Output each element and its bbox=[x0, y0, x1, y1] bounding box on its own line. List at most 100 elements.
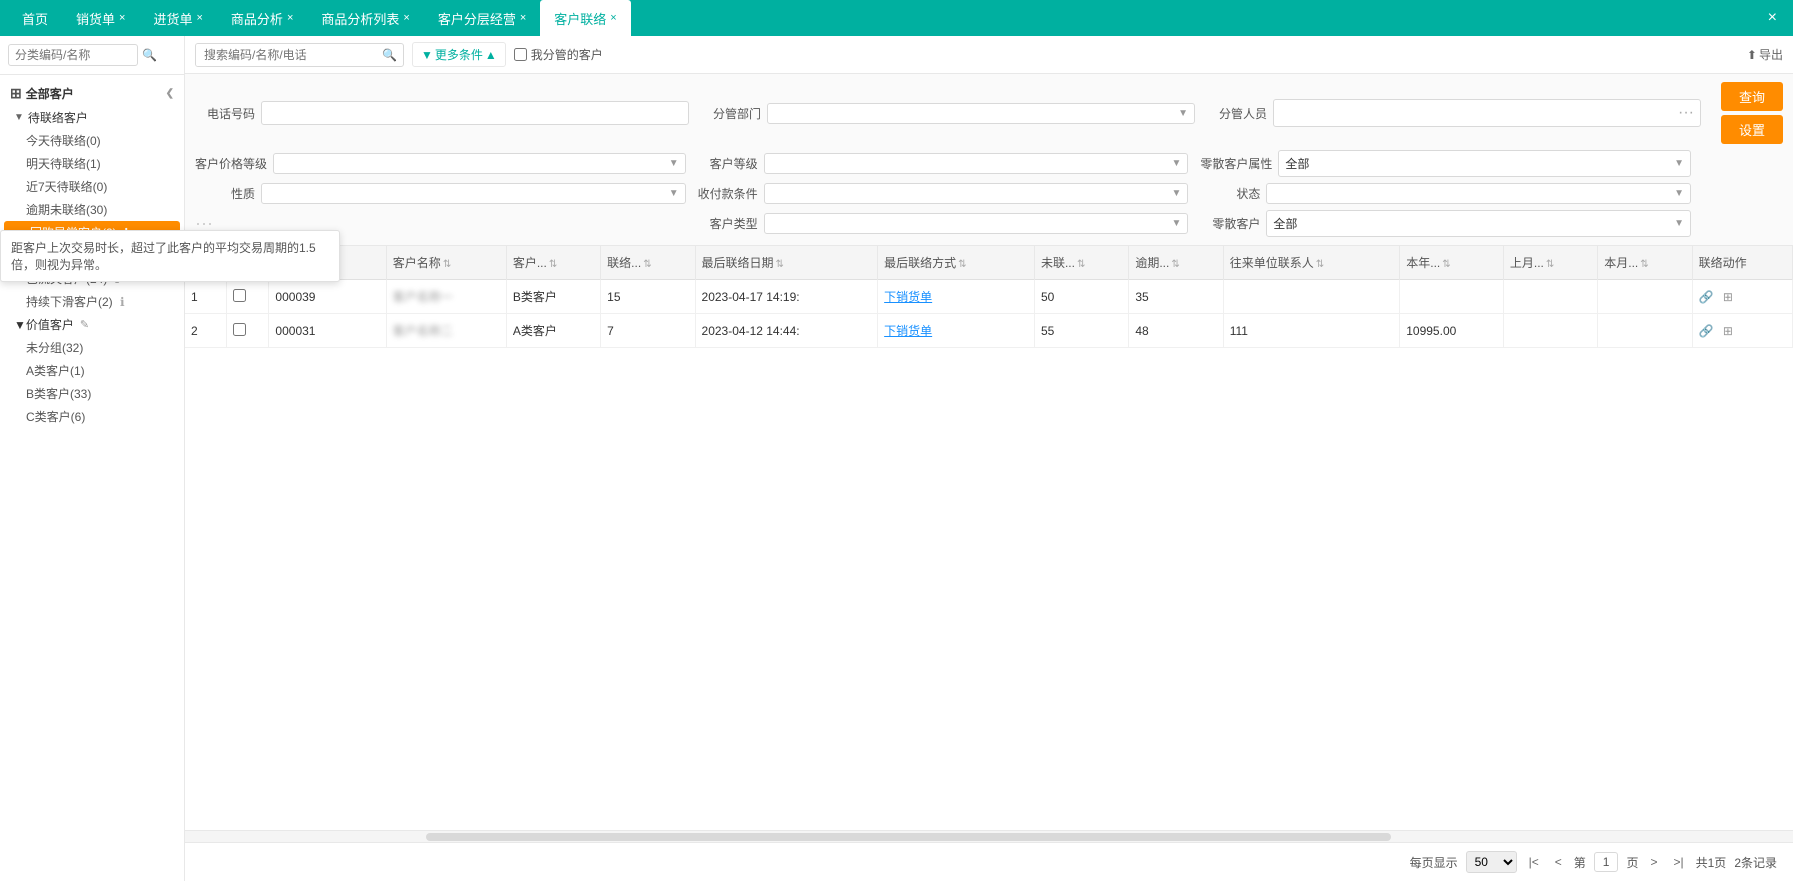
my-customer-checkbox-container: 我分管的客户 bbox=[514, 46, 603, 63]
nav-purchase[interactable]: 进货单 × bbox=[139, 0, 216, 36]
select-nature[interactable]: ▼ bbox=[261, 183, 686, 204]
caret-payment: ▼ bbox=[1171, 188, 1181, 199]
sidebar-search-icon[interactable]: 🔍 bbox=[142, 48, 157, 62]
last-page-btn[interactable]: >| bbox=[1670, 853, 1688, 871]
close-all-tabs[interactable]: × bbox=[1760, 9, 1785, 27]
row1-action-grid-icon[interactable]: ⊞ bbox=[1723, 290, 1733, 304]
sidebar-item-tomorrow[interactable]: 明天待联络(1) bbox=[0, 152, 184, 175]
nav-sales[interactable]: 销货单 × bbox=[62, 0, 139, 36]
search-box: 🔍 bbox=[195, 43, 404, 67]
next-page-btn[interactable]: > bbox=[1646, 853, 1661, 871]
nav-customer-tier-close[interactable]: × bbox=[520, 12, 526, 24]
nav-product-analysis-list[interactable]: 商品分析列表 × bbox=[307, 0, 423, 36]
prev-page-btn[interactable]: < bbox=[1551, 853, 1566, 871]
sort-icon-overdue[interactable]: ⇅ bbox=[1171, 259, 1179, 270]
nav-product-analysis-list-close[interactable]: × bbox=[403, 12, 409, 24]
sidebar-item-ungrouped[interactable]: 未分组(32) bbox=[0, 336, 184, 359]
select-retail-attr[interactable]: 全部 ▼ bbox=[1278, 150, 1691, 177]
select-price-level[interactable]: ▼ bbox=[273, 153, 686, 174]
col-overdue: 逾期...⇅ bbox=[1129, 246, 1223, 280]
row1-action-link-icon[interactable]: 🔗 bbox=[1699, 290, 1714, 304]
input-phone[interactable] bbox=[261, 101, 689, 125]
sort-icon-contact-count[interactable]: ⇅ bbox=[643, 259, 651, 270]
sort-icon-not-contacted[interactable]: ⇅ bbox=[1077, 259, 1085, 270]
row1-method-link[interactable]: 下销货单 bbox=[884, 290, 932, 304]
row2-name: 客户名称二 bbox=[386, 314, 506, 348]
nav-home[interactable]: 首页 bbox=[8, 0, 62, 36]
label-retail-customer: 零散客户 bbox=[1200, 215, 1260, 232]
sort-icon-type[interactable]: ⇅ bbox=[549, 259, 557, 270]
sidebar-group-value[interactable]: ▼ 价值客户 ✎ bbox=[0, 313, 184, 336]
sort-icon-last-method[interactable]: ⇅ bbox=[958, 259, 966, 270]
my-customer-checkbox[interactable] bbox=[514, 48, 527, 61]
arrow-down-icon-2: ▼ bbox=[14, 318, 26, 332]
select-person[interactable]: ··· bbox=[1273, 99, 1701, 127]
row1-name: 客户名称一 bbox=[386, 280, 506, 314]
sidebar-search-input[interactable] bbox=[8, 44, 138, 66]
more-conditions-btn[interactable]: ▼ 更多条件 ▲ bbox=[412, 42, 506, 67]
horizontal-scrollbar[interactable] bbox=[185, 830, 1793, 842]
row1-select-checkbox[interactable] bbox=[233, 289, 246, 302]
nav-customer-tier[interactable]: 客户分层经营 × bbox=[424, 0, 540, 36]
row2-year: 10995.00 bbox=[1400, 314, 1504, 348]
row2-not-contacted: 55 bbox=[1034, 314, 1128, 348]
field-payment: 收付款条件 ▼ bbox=[698, 183, 1189, 204]
sort-icon-person[interactable]: ⇅ bbox=[1316, 259, 1324, 270]
nav-customer-contact-close[interactable]: × bbox=[610, 12, 616, 24]
sort-icon-name[interactable]: ⇅ bbox=[443, 259, 451, 270]
query-button[interactable]: 查询 bbox=[1721, 82, 1783, 111]
per-page-select[interactable]: 50 100 200 bbox=[1466, 851, 1517, 873]
select-customer-level[interactable]: ▼ bbox=[764, 153, 1189, 174]
nav-customer-contact[interactable]: 客户联络 × bbox=[540, 0, 630, 36]
filter-bar: 🔍 ▼ 更多条件 ▲ 我分管的客户 ⬆ 导出 bbox=[185, 36, 1793, 74]
select-status[interactable]: ▼ bbox=[1266, 183, 1691, 204]
row2-last-date: 2023-04-12 14:44: bbox=[695, 314, 878, 348]
edit-icon[interactable]: ✎ bbox=[80, 318, 89, 331]
caret-dept: ▼ bbox=[1178, 108, 1188, 119]
search-input[interactable] bbox=[196, 44, 376, 66]
select-payment[interactable]: ▼ bbox=[764, 183, 1189, 204]
content-area: 🔍 ▼ 更多条件 ▲ 我分管的客户 ⬆ 导出 电话号码 bbox=[185, 36, 1793, 881]
chevron-icon: ▲ bbox=[485, 48, 497, 62]
row2-method-link[interactable]: 下销货单 bbox=[884, 324, 932, 338]
adv-row-3: 性质 ▼ 收付款条件 ▼ 状态 bbox=[195, 183, 1783, 204]
sidebar-item-b-class[interactable]: B类客户(33) bbox=[0, 382, 184, 405]
select-dept[interactable]: ▼ bbox=[767, 103, 1195, 124]
sort-icon-last-month[interactable]: ⇅ bbox=[1546, 259, 1554, 270]
sort-icon-year[interactable]: ⇅ bbox=[1442, 259, 1450, 270]
sidebar-all-customers[interactable]: ⊞ 全部客户 ❮ bbox=[0, 81, 184, 106]
label-dept: 分管部门 bbox=[701, 105, 761, 122]
sidebar-item-declining[interactable]: 持续下滑客户(2) ℹ bbox=[0, 290, 184, 313]
filter-icon: ▼ bbox=[421, 48, 433, 62]
row2-cur-month bbox=[1598, 314, 1692, 348]
field-retail-attr: 零散客户属性 全部 ▼ bbox=[1200, 150, 1691, 177]
sidebar-item-overdue[interactable]: 逾期未联络(30) bbox=[0, 198, 184, 221]
settings-button[interactable]: 设置 bbox=[1721, 115, 1783, 144]
row2-action-grid-icon[interactable]: ⊞ bbox=[1723, 324, 1733, 338]
more-dots-icon[interactable]: ··· bbox=[1678, 104, 1694, 122]
table-wrapper: ⚙ 客户编码⇅ 客户名称⇅ 客户...⇅ 联络...⇅ 最后联络日期⇅ 最后联络… bbox=[185, 246, 1793, 830]
select-customer-type[interactable]: ▼ bbox=[764, 213, 1189, 234]
search-icon[interactable]: 🔍 bbox=[376, 44, 403, 66]
sidebar-group-pending[interactable]: ▼ 待联络客户 bbox=[0, 106, 184, 129]
scrollbar-thumb[interactable] bbox=[426, 833, 1391, 841]
col-contact-count: 联络...⇅ bbox=[601, 246, 695, 280]
sidebar-item-today[interactable]: 今天待联络(0) bbox=[0, 129, 184, 152]
row1-not-contacted: 50 bbox=[1034, 280, 1128, 314]
row2-action-link-icon[interactable]: 🔗 bbox=[1699, 324, 1714, 338]
nav-sales-close[interactable]: × bbox=[119, 12, 125, 24]
label-person: 分管人员 bbox=[1207, 105, 1267, 122]
sort-icon-cur-month[interactable]: ⇅ bbox=[1640, 259, 1648, 270]
nav-product-analysis-close[interactable]: × bbox=[287, 12, 293, 24]
sidebar-item-a-class[interactable]: A类客户(1) bbox=[0, 359, 184, 382]
nav-product-analysis[interactable]: 商品分析 × bbox=[217, 0, 307, 36]
nav-purchase-close[interactable]: × bbox=[196, 12, 202, 24]
sidebar-item-c-class[interactable]: C类客户(6) bbox=[0, 405, 184, 428]
select-retail-customer[interactable]: 全部 ▼ bbox=[1266, 210, 1691, 237]
export-button[interactable]: ⬆ 导出 bbox=[1747, 46, 1783, 63]
sort-icon-last-date[interactable]: ⇅ bbox=[776, 259, 784, 270]
row2-select-checkbox[interactable] bbox=[233, 323, 246, 336]
sidebar-item-7days[interactable]: 近7天待联络(0) bbox=[0, 175, 184, 198]
field-person: 分管人员 ··· bbox=[1207, 99, 1701, 127]
first-page-btn[interactable]: |< bbox=[1525, 853, 1543, 871]
